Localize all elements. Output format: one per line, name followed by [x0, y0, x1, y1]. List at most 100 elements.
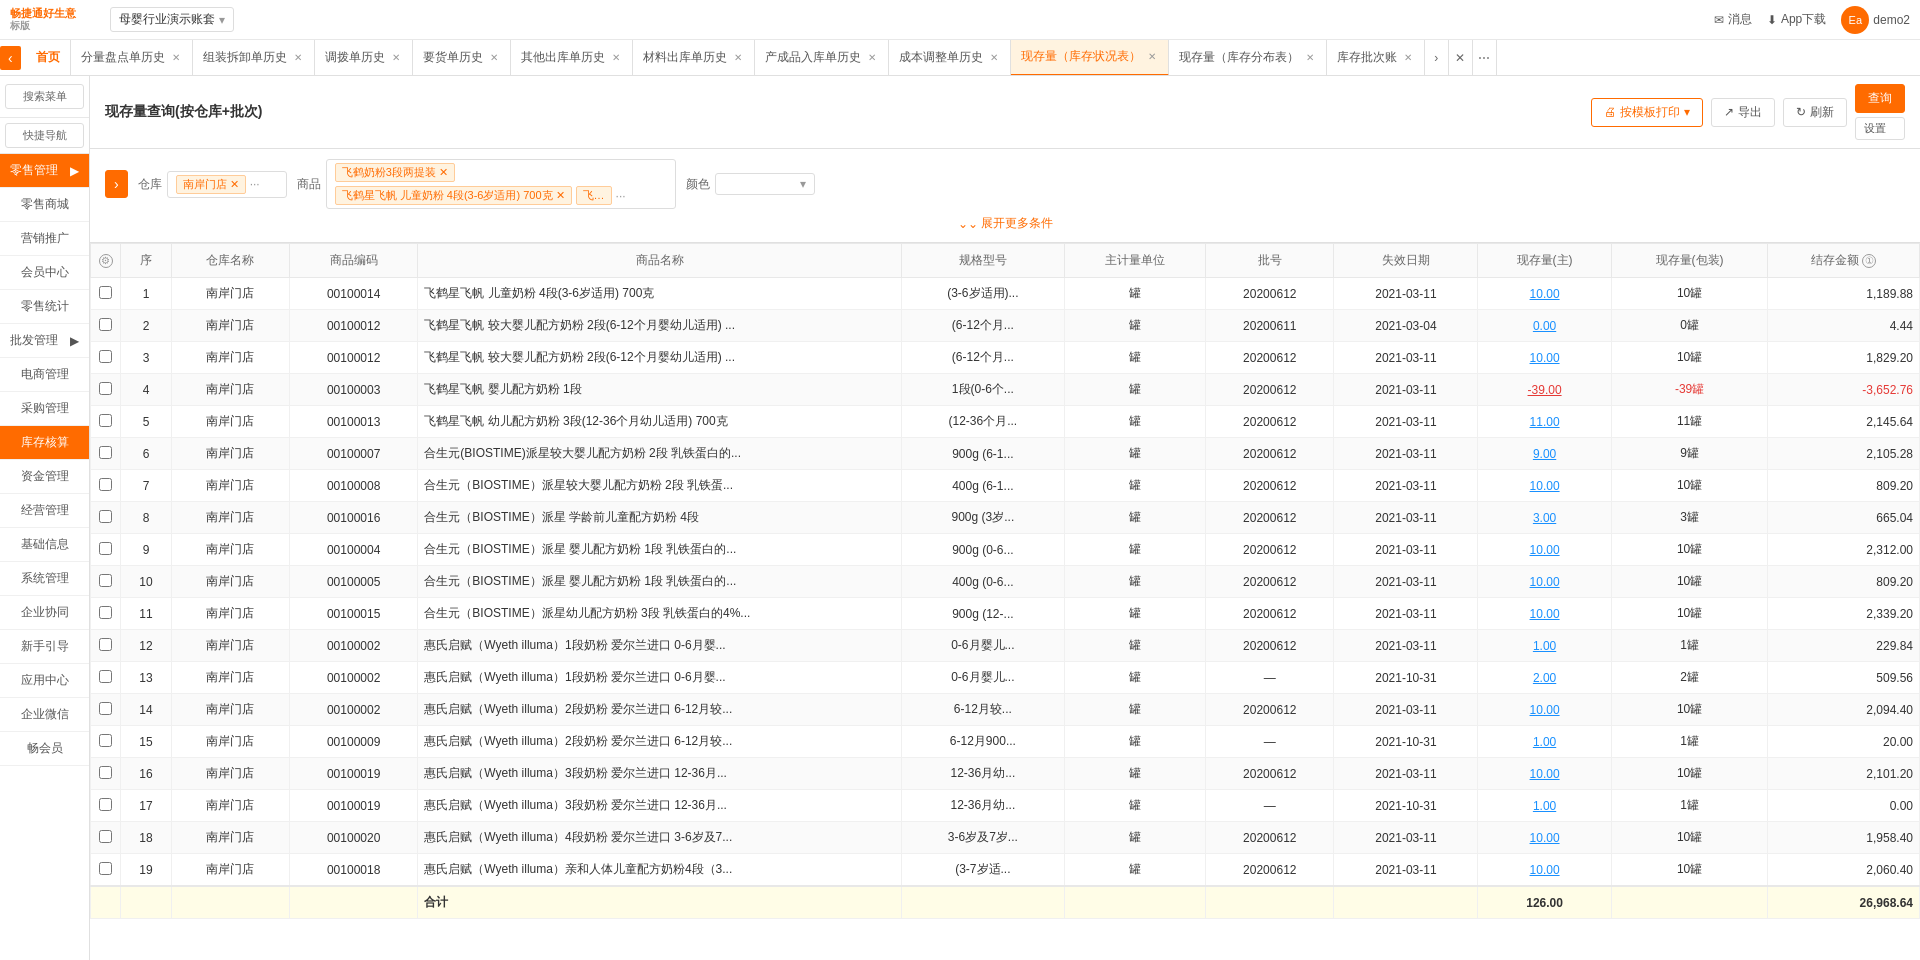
- sidebar-item-base-info[interactable]: 基础信息: [0, 528, 89, 562]
- cell-stock-main[interactable]: 1.00: [1478, 630, 1611, 662]
- sidebar-item-ecommerce[interactable]: 电商管理: [0, 358, 89, 392]
- tab-yao-huo-close[interactable]: ✕: [488, 50, 500, 65]
- product-more-icon[interactable]: ···: [616, 189, 626, 203]
- sidebar-item-member[interactable]: 畅会员: [0, 732, 89, 766]
- message-item[interactable]: ✉ 消息: [1714, 11, 1752, 28]
- sidebar-item-corp-wechat[interactable]: 企业微信: [0, 698, 89, 732]
- cell-stock-main[interactable]: 2.00: [1478, 662, 1611, 694]
- sidebar-item-retail-stats[interactable]: 零售统计: [0, 290, 89, 324]
- tab-yao-huo[interactable]: 要货单历史 ✕: [413, 40, 511, 76]
- row-checkbox[interactable]: [99, 670, 112, 683]
- tab-zu-chai[interactable]: 组装拆卸单历史 ✕: [193, 40, 315, 76]
- tab-tiao-bo[interactable]: 调拨单历史 ✕: [315, 40, 413, 76]
- product-filter-value[interactable]: 飞鹤奶粉3段两提装 ✕ 飞鹤星飞帆 儿童奶粉 4段(3-6岁适用) 700克 ✕…: [326, 159, 676, 209]
- tab-batch-ledger[interactable]: 库存批次账 ✕: [1327, 40, 1425, 76]
- cell-stock-main[interactable]: -39.00: [1478, 374, 1611, 406]
- cell-checkbox[interactable]: [91, 534, 121, 566]
- cell-checkbox[interactable]: [91, 470, 121, 502]
- sidebar-item-member-center[interactable]: 会员中心: [0, 256, 89, 290]
- filter-expand-btn[interactable]: ›: [105, 170, 128, 198]
- row-checkbox[interactable]: [99, 862, 112, 875]
- sidebar-item-new-guide[interactable]: 新手引导: [0, 630, 89, 664]
- row-checkbox[interactable]: [99, 286, 112, 299]
- row-checkbox[interactable]: [99, 638, 112, 651]
- cell-stock-main[interactable]: 10.00: [1478, 342, 1611, 374]
- cell-stock-main[interactable]: 10.00: [1478, 534, 1611, 566]
- cell-stock-main[interactable]: 10.00: [1478, 854, 1611, 887]
- product-tag-1-close[interactable]: ✕: [556, 189, 565, 202]
- sidebar-item-retail-mgmt[interactable]: 零售管理 ▶: [0, 154, 89, 188]
- tab-cost-adjust-close[interactable]: ✕: [988, 50, 1000, 65]
- query-button[interactable]: 查询: [1855, 84, 1905, 113]
- sidebar-item-retail-mall[interactable]: 零售商城: [0, 188, 89, 222]
- sidebar-item-enterprise[interactable]: 企业协同: [0, 596, 89, 630]
- sidebar-item-inventory[interactable]: 库存核算: [0, 426, 89, 460]
- cell-checkbox[interactable]: [91, 790, 121, 822]
- tab-product-in[interactable]: 产成品入库单历史 ✕: [755, 40, 889, 76]
- cell-checkbox[interactable]: [91, 758, 121, 790]
- print-button[interactable]: 🖨 按模板打印 ▾: [1591, 98, 1703, 127]
- row-checkbox[interactable]: [99, 510, 112, 523]
- cell-checkbox[interactable]: [91, 502, 121, 534]
- cell-stock-main[interactable]: 11.00: [1478, 406, 1611, 438]
- tab-zu-chai-close[interactable]: ✕: [292, 50, 304, 65]
- row-checkbox[interactable]: [99, 382, 112, 395]
- row-checkbox[interactable]: [99, 830, 112, 843]
- cell-checkbox[interactable]: [91, 822, 121, 854]
- cell-stock-main[interactable]: 9.00: [1478, 438, 1611, 470]
- cell-checkbox[interactable]: [91, 342, 121, 374]
- sidebar-item-wholesale[interactable]: 批发管理 ▶: [0, 324, 89, 358]
- row-checkbox[interactable]: [99, 606, 112, 619]
- cell-stock-main[interactable]: 3.00: [1478, 502, 1611, 534]
- row-checkbox[interactable]: [99, 798, 112, 811]
- cell-checkbox[interactable]: [91, 726, 121, 758]
- cell-checkbox[interactable]: [91, 406, 121, 438]
- row-checkbox[interactable]: [99, 766, 112, 779]
- export-button[interactable]: ↗ 导出: [1711, 98, 1775, 127]
- row-checkbox[interactable]: [99, 542, 112, 555]
- refresh-button[interactable]: ↻ 刷新: [1783, 98, 1847, 127]
- tab-cost-adjust[interactable]: 成本调整单历史 ✕: [889, 40, 1011, 76]
- row-checkbox[interactable]: [99, 574, 112, 587]
- cell-stock-main[interactable]: 10.00: [1478, 470, 1611, 502]
- row-checkbox[interactable]: [99, 734, 112, 747]
- sidebar-item-app-center[interactable]: 应用中心: [0, 664, 89, 698]
- user-item[interactable]: Ea demo2: [1841, 6, 1910, 34]
- tab-close-all-button[interactable]: ✕: [1449, 40, 1473, 76]
- cell-checkbox[interactable]: [91, 566, 121, 598]
- settings-col-icon[interactable]: ⚙: [99, 254, 113, 268]
- cell-checkbox[interactable]: [91, 374, 121, 406]
- tab-menu-button[interactable]: ⋯: [1473, 40, 1497, 76]
- tab-inventory-dist[interactable]: 现存量（库存分布表） ✕: [1169, 40, 1327, 76]
- cell-checkbox[interactable]: [91, 694, 121, 726]
- product-tag-0-close[interactable]: ✕: [439, 166, 448, 179]
- tab-inventory-status-close[interactable]: ✕: [1146, 49, 1158, 64]
- workspace-select[interactable]: 母婴行业演示账套 ▾: [110, 7, 234, 32]
- tab-batch-ledger-close[interactable]: ✕: [1402, 50, 1414, 65]
- cell-stock-main[interactable]: 10.00: [1478, 598, 1611, 630]
- cell-stock-main[interactable]: 10.00: [1478, 758, 1611, 790]
- tab-prev-button[interactable]: ‹: [0, 46, 21, 70]
- tab-inventory-dist-close[interactable]: ✕: [1304, 50, 1316, 65]
- row-checkbox[interactable]: [99, 478, 112, 491]
- tab-other-out-close[interactable]: ✕: [610, 50, 622, 65]
- cell-checkbox[interactable]: [91, 662, 121, 694]
- cell-stock-main[interactable]: 0.00: [1478, 310, 1611, 342]
- tab-material-out-close[interactable]: ✕: [732, 50, 744, 65]
- sidebar-item-finance[interactable]: 资金管理: [0, 460, 89, 494]
- sidebar-item-marketing[interactable]: 营销推广: [0, 222, 89, 256]
- cell-stock-main[interactable]: 10.00: [1478, 566, 1611, 598]
- cell-stock-main[interactable]: 10.00: [1478, 694, 1611, 726]
- cell-stock-main[interactable]: 10.00: [1478, 822, 1611, 854]
- sidebar-item-operations[interactable]: 经营管理: [0, 494, 89, 528]
- tab-fen-pan-close[interactable]: ✕: [170, 50, 182, 65]
- col-settings[interactable]: ⚙: [91, 244, 121, 278]
- cell-checkbox[interactable]: [91, 438, 121, 470]
- tab-other-out[interactable]: 其他出库单历史 ✕: [511, 40, 633, 76]
- settings-button[interactable]: 设置: [1855, 117, 1905, 140]
- sidebar-item-sys-mgmt[interactable]: 系统管理: [0, 562, 89, 596]
- tab-product-in-close[interactable]: ✕: [866, 50, 878, 65]
- download-item[interactable]: ⬇ App下载: [1767, 11, 1826, 28]
- cell-checkbox[interactable]: [91, 630, 121, 662]
- sidebar-item-purchase[interactable]: 采购管理: [0, 392, 89, 426]
